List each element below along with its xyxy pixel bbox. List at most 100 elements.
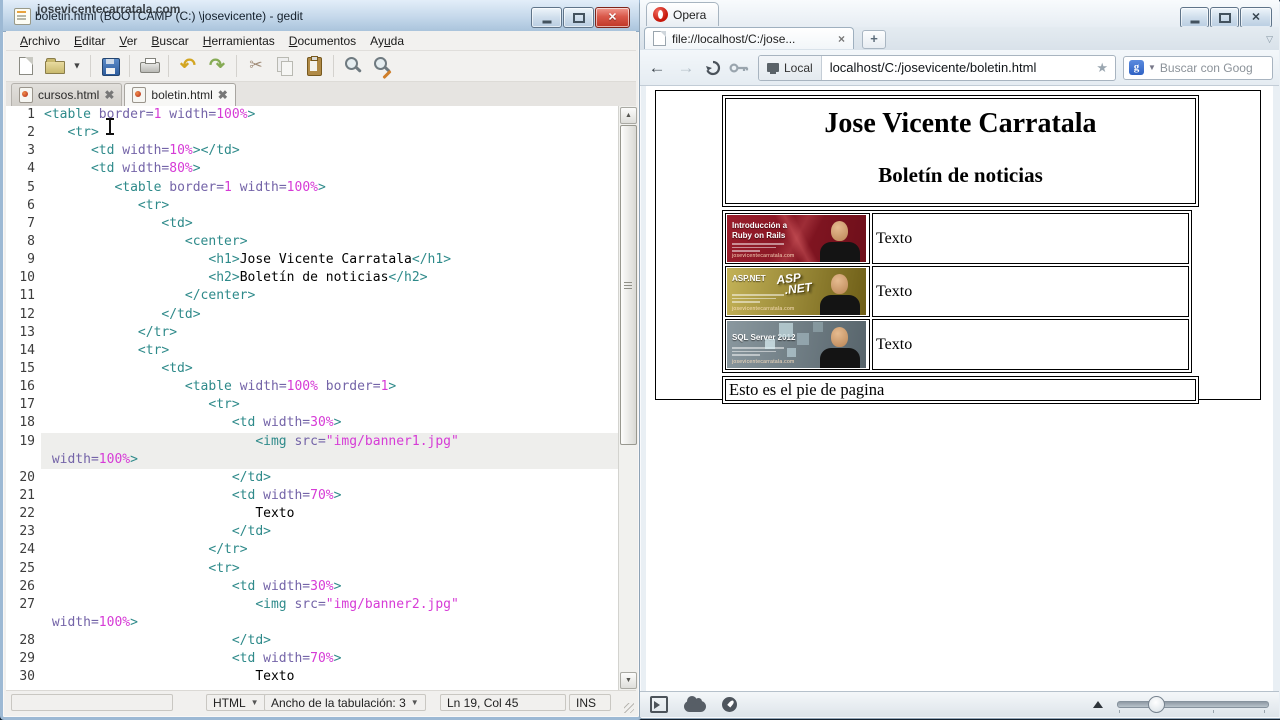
tab-width-dropdown[interactable]: Ancho de la tabulación: 3 ▼	[264, 694, 426, 711]
code-line-19[interactable]: 19 <img src="img/banner1.jpg"	[6, 432, 618, 451]
code-line-5[interactable]: 5 <table border=1 width=100%>	[6, 179, 618, 197]
banner-site-text: josevicentecarratala.com	[732, 253, 795, 259]
cut-icon[interactable]: ✂	[243, 53, 269, 79]
local-badge[interactable]: Local	[759, 55, 822, 80]
code-line-29[interactable]: 29 <td width=70%>	[6, 650, 618, 668]
code-line-22[interactable]: 22 Texto	[6, 505, 618, 523]
paste-icon[interactable]	[301, 53, 327, 79]
new-tab-button[interactable]: +	[862, 30, 886, 49]
gedit-titlebar[interactable]: boletin.html (BOOTCAMP (C:) \josevicente…	[3, 0, 639, 32]
scrollbar-thumb[interactable]	[620, 125, 637, 445]
menu-documentos[interactable]: Documentos	[282, 32, 363, 50]
forward-button[interactable]: →	[675, 58, 697, 78]
code-line-10[interactable]: 10 <h2>Boletín de noticias</h2>	[6, 269, 618, 287]
status-message-area	[11, 694, 173, 711]
code-line-1[interactable]: 1 <table border=1 width=100%>	[6, 106, 618, 124]
tab-list-chevron-icon[interactable]: ▽	[1266, 34, 1273, 45]
opera-active-tab[interactable]: file://localhost/C:/jose... ×	[644, 27, 854, 49]
menu-herramientas[interactable]: Herramientas	[196, 32, 282, 50]
back-button[interactable]: ←	[646, 58, 668, 78]
chevron-down-icon[interactable]: ▼	[1148, 63, 1156, 72]
reload-button[interactable]	[704, 59, 722, 77]
search-field[interactable]: g ▼ Buscar con Goog	[1123, 55, 1273, 80]
banner-image-ruby: Introducción a Ruby on Rails josevicentec…	[727, 215, 866, 262]
save-icon[interactable]	[97, 53, 123, 79]
open-icon[interactable]	[41, 53, 67, 79]
code-line-16[interactable]: 16 <table width=100% border=1>	[6, 378, 618, 396]
code-line-24[interactable]: 24 </tr>	[6, 541, 618, 559]
code-line-27[interactable]: 27 <img src="img/banner2.jpg"	[6, 596, 618, 614]
key-icon[interactable]	[729, 61, 751, 75]
collapse-arrow-icon[interactable]	[1093, 701, 1103, 708]
editor-scrollbar[interactable]: ▲ ▼	[618, 106, 637, 690]
tab-close-icon[interactable]: ×	[838, 33, 845, 45]
code-line-9[interactable]: 9 <h1>Jose Vicente Carratala</h1>	[6, 251, 618, 269]
code-line-6[interactable]: 6 <tr>	[6, 197, 618, 215]
opera-link-cloud-icon[interactable]	[684, 696, 706, 712]
menu-editar[interactable]: Editar	[67, 32, 112, 50]
gedit-maximize-button[interactable]	[563, 7, 594, 28]
editor-tab-boletin.html[interactable]: boletin.html ✖	[124, 83, 236, 106]
text-cursor-pointer	[106, 118, 114, 135]
code-line-wrap[interactable]: width=100%>	[6, 614, 618, 632]
zoom-slider[interactable]	[1117, 696, 1269, 713]
scroll-down-icon[interactable]: ▼	[620, 672, 637, 689]
zoom-slider-handle[interactable]	[1148, 696, 1165, 713]
code-line-12[interactable]: 12 </td>	[6, 306, 618, 324]
code-line-7[interactable]: 7 <td>	[6, 215, 618, 233]
copy-icon[interactable]	[272, 53, 298, 79]
menu-buscar[interactable]: Buscar	[144, 32, 195, 50]
code-line-23[interactable]: 23 </td>	[6, 523, 618, 541]
code-line-15[interactable]: 15 <td>	[6, 360, 618, 378]
tab-close-icon[interactable]: ✖	[104, 89, 114, 101]
code-line-2[interactable]: 2 <tr>	[6, 124, 618, 142]
menu-ver[interactable]: Ver	[112, 32, 144, 50]
code-line-14[interactable]: 14 <tr>	[6, 342, 618, 360]
url-text[interactable]: localhost/C:/josevicente/boletin.html	[822, 60, 1090, 75]
code-line-30[interactable]: 30 Texto	[6, 668, 618, 686]
open-more-icon[interactable]: ▼	[70, 53, 84, 79]
opera-menu-button[interactable]: Opera	[646, 2, 720, 26]
code-line-17[interactable]: 17 <tr>	[6, 396, 618, 414]
code-line-4[interactable]: 4 <td width=80%>	[6, 160, 618, 178]
code-line-20[interactable]: 20 </td>	[6, 469, 618, 487]
opera-maximize-button[interactable]	[1210, 7, 1239, 28]
opera-close-button[interactable]: ✕	[1240, 7, 1272, 28]
undo-icon[interactable]: ↶	[175, 53, 201, 79]
menu-archivo[interactable]: Archivo	[13, 32, 67, 50]
news-text-cell: Texto	[872, 213, 1189, 264]
scroll-up-icon[interactable]: ▲	[620, 107, 637, 124]
find-and-replace-icon[interactable]	[369, 53, 395, 80]
editor-tab-cursos.html[interactable]: cursos.html ✖	[11, 83, 123, 106]
code-line-8[interactable]: 8 <center>	[6, 233, 618, 251]
code-line-wrap[interactable]: width=100%>	[6, 450, 618, 469]
opera-minimize-button[interactable]	[1180, 7, 1209, 28]
tab-close-icon[interactable]: ✖	[218, 89, 228, 101]
address-bar[interactable]: Local localhost/C:/josevicente/boletin.h…	[758, 54, 1116, 81]
print-icon[interactable]	[136, 53, 162, 79]
code-line-25[interactable]: 25 <tr>	[6, 560, 618, 578]
menu-ayuda[interactable]: Ayuda	[363, 32, 411, 50]
code-editor[interactable]: 1 <table border=1 width=100%> 2 <tr> 3 <td …	[6, 106, 618, 690]
bookmark-star-icon[interactable]: ★	[1089, 60, 1115, 76]
find-icon[interactable]	[340, 53, 366, 79]
code-line-18[interactable]: 18 <td width=30%>	[6, 414, 618, 432]
code-line-13[interactable]: 13 </tr>	[6, 324, 618, 342]
code-line-3[interactable]: 3 <td width=10%></td>	[6, 142, 618, 160]
panels-toggle-icon[interactable]	[650, 696, 668, 713]
new-document-icon[interactable]	[12, 53, 38, 79]
code-line-21[interactable]: 21 <td width=70%>	[6, 487, 618, 505]
code-line-28[interactable]: 28 </td>	[6, 632, 618, 650]
redo-icon[interactable]: ↷	[204, 53, 230, 79]
gedit-close-button[interactable]: ✕	[595, 7, 630, 28]
opera-turbo-icon[interactable]	[722, 697, 737, 712]
google-icon[interactable]: g	[1129, 60, 1144, 75]
code-line-26[interactable]: 26 <td width=30%>	[6, 578, 618, 596]
language-dropdown[interactable]: HTML ▼	[206, 694, 266, 711]
zoom-controls	[1093, 696, 1269, 713]
resize-grip[interactable]	[624, 703, 634, 713]
code-line-11[interactable]: 11 </center>	[6, 287, 618, 305]
banner-title: ASP.NET	[732, 274, 766, 283]
rendered-news-table: Introducción a Ruby on Rails josevicentec…	[722, 210, 1192, 373]
gedit-minimize-button[interactable]	[531, 7, 562, 28]
